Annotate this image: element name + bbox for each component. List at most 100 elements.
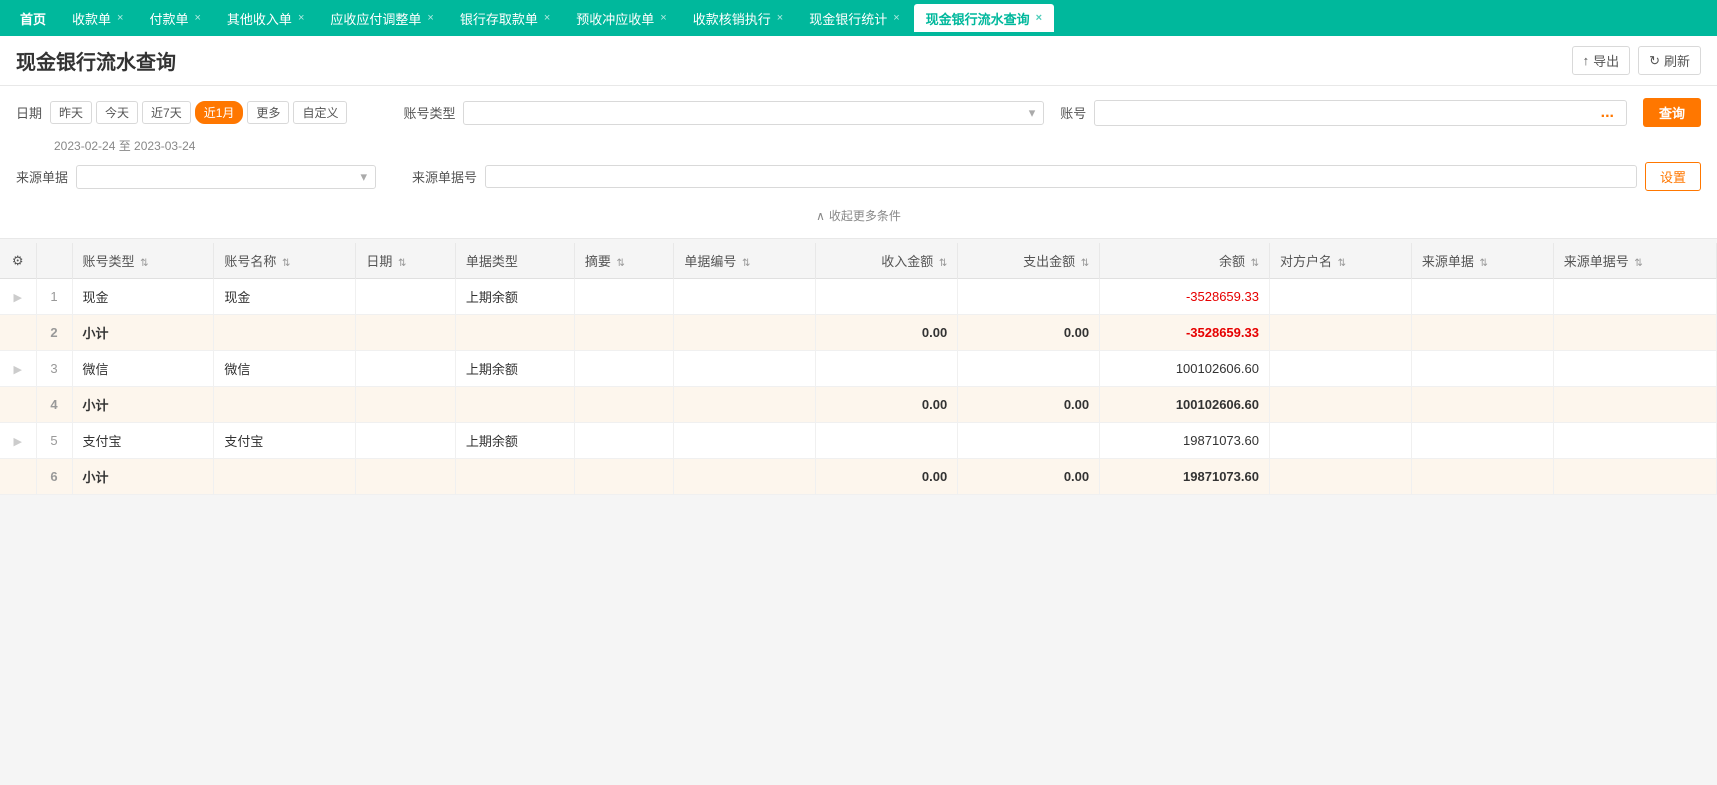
th-source-doc-label: 来源单据 bbox=[1422, 254, 1474, 269]
nav-tab-home[interactable]: 首页 bbox=[8, 4, 58, 32]
sort-income-icon: ⇅ bbox=[939, 258, 947, 269]
account-type-select[interactable]: ▾ bbox=[463, 101, 1044, 125]
row-gear-cell[interactable]: ▶ bbox=[0, 423, 36, 459]
table-row[interactable]: 6 小计 0.00 0.00 19871073.60 bbox=[0, 459, 1717, 495]
row-gear-cell[interactable] bbox=[0, 387, 36, 423]
row-number: 2 bbox=[36, 315, 72, 351]
row-source-doc-no bbox=[1553, 459, 1716, 495]
account-type-filter-group: 账号类型 ▾ bbox=[403, 101, 1044, 125]
th-doc-type: 单据类型 bbox=[455, 243, 574, 279]
nav-tab-cash-bank-stat-close[interactable]: × bbox=[893, 12, 899, 24]
table-row[interactable]: 4 小计 0.00 0.00 100102606.60 bbox=[0, 387, 1717, 423]
row-income: 0.00 bbox=[816, 315, 958, 351]
th-num bbox=[36, 243, 72, 279]
nav-tab-cash-bank-flow-close[interactable]: × bbox=[1036, 12, 1042, 24]
nav-tab-bank-deposit[interactable]: 银行存取款单 × bbox=[448, 4, 562, 32]
th-doc-type-label: 单据类型 bbox=[466, 254, 518, 269]
refresh-label: 刷新 bbox=[1664, 51, 1690, 70]
th-balance[interactable]: 余额 ⇅ bbox=[1100, 243, 1270, 279]
th-expense[interactable]: 支出金额 ⇅ bbox=[958, 243, 1100, 279]
top-navigation: 首页 收款单 × 付款单 × 其他收入单 × 应收应付调整单 × 银行存取款单 … bbox=[0, 0, 1717, 36]
account-dots-button[interactable]: ... bbox=[1597, 104, 1618, 122]
nav-tab-advance-receipt-close[interactable]: × bbox=[660, 12, 666, 24]
th-account-name-label: 账号名称 bbox=[224, 254, 276, 269]
collapse-label: 收起更多条件 bbox=[829, 207, 901, 224]
th-gear[interactable]: ⚙ bbox=[0, 243, 36, 279]
nav-tab-payment-close[interactable]: × bbox=[194, 12, 200, 24]
nav-tab-payment-label: 付款单 bbox=[149, 9, 188, 28]
source-doc-no-input[interactable] bbox=[485, 165, 1637, 188]
nav-tab-payment[interactable]: 付款单 × bbox=[137, 4, 212, 32]
refresh-icon: ↻ bbox=[1649, 53, 1660, 69]
table-body: ▶ 1 现金 现金 上期余额 -3528659.33 2 小计 0.00 0.0… bbox=[0, 279, 1717, 495]
th-source-doc[interactable]: 来源单据 ⇅ bbox=[1411, 243, 1553, 279]
th-account-name[interactable]: 账号名称 ⇅ bbox=[214, 243, 356, 279]
nav-tab-receipt-verify[interactable]: 收款核销执行 × bbox=[681, 4, 795, 32]
nav-tab-cash-bank-flow[interactable]: 现金银行流水查询 × bbox=[914, 4, 1054, 32]
row-balance: -3528659.33 bbox=[1100, 279, 1270, 315]
header-actions: ↑ 导出 ↻ 刷新 bbox=[1572, 46, 1701, 75]
table-row[interactable]: ▶ 5 支付宝 支付宝 上期余额 19871073.60 bbox=[0, 423, 1717, 459]
sort-expense-icon: ⇅ bbox=[1081, 258, 1089, 269]
row-source-doc-no bbox=[1553, 351, 1716, 387]
nav-tab-bank-deposit-close[interactable]: × bbox=[544, 12, 550, 24]
row-gear-cell[interactable]: ▶ bbox=[0, 351, 36, 387]
query-button[interactable]: 查询 bbox=[1643, 98, 1701, 127]
settings-button[interactable]: 设置 bbox=[1645, 162, 1701, 191]
th-date[interactable]: 日期 ⇅ bbox=[356, 243, 456, 279]
nav-tab-other-income[interactable]: 其他收入单 × bbox=[215, 4, 316, 32]
row-account-type: 支付宝 bbox=[72, 423, 214, 459]
date-range-display: 2023-02-24 至 2023-03-24 bbox=[50, 137, 1701, 154]
sort-account-type-icon: ⇅ bbox=[140, 258, 148, 269]
th-income[interactable]: 收入金额 ⇅ bbox=[816, 243, 958, 279]
collapse-bar[interactable]: ∧ 收起更多条件 bbox=[16, 201, 1701, 226]
sort-summary-icon: ⇅ bbox=[617, 258, 625, 269]
page-header: 现金银行流水查询 ↑ 导出 ↻ 刷新 bbox=[0, 36, 1717, 86]
row-doc-type bbox=[455, 315, 574, 351]
row-summary bbox=[574, 459, 674, 495]
table-row[interactable]: ▶ 1 现金 现金 上期余额 -3528659.33 bbox=[0, 279, 1717, 315]
row-expense: 0.00 bbox=[958, 459, 1100, 495]
row-gear-cell[interactable] bbox=[0, 315, 36, 351]
nav-tab-advance-receipt-label: 预收冲应收单 bbox=[576, 9, 654, 28]
date-btn-custom[interactable]: 自定义 bbox=[293, 101, 347, 124]
date-btn-1month[interactable]: 近1月 bbox=[195, 101, 244, 124]
nav-tab-receipt-verify-close[interactable]: × bbox=[777, 12, 783, 24]
date-btn-more[interactable]: 更多 bbox=[247, 101, 289, 124]
row-account-name bbox=[214, 387, 356, 423]
nav-tab-receipt-close[interactable]: × bbox=[117, 12, 123, 24]
collapse-up-icon: ∧ bbox=[816, 209, 825, 223]
date-btn-7days[interactable]: 近7天 bbox=[142, 101, 191, 124]
nav-tab-ar-ap-adjust-close[interactable]: × bbox=[427, 12, 433, 24]
source-doc-select[interactable]: ▾ bbox=[76, 165, 376, 189]
th-doc-no[interactable]: 单据编号 ⇅ bbox=[674, 243, 816, 279]
row-doc-type: 上期余额 bbox=[455, 351, 574, 387]
th-source-doc-no-label: 来源单据号 bbox=[1564, 254, 1629, 269]
th-counterparty[interactable]: 对方户名 ⇅ bbox=[1269, 243, 1411, 279]
nav-tab-advance-receipt[interactable]: 预收冲应收单 × bbox=[564, 4, 678, 32]
nav-tab-cash-bank-stat[interactable]: 现金银行统计 × bbox=[797, 4, 911, 32]
th-summary-label: 摘要 bbox=[585, 254, 611, 269]
date-btn-today[interactable]: 今天 bbox=[96, 101, 138, 124]
th-counterparty-label: 对方户名 bbox=[1280, 254, 1332, 269]
sort-source-doc-icon: ⇅ bbox=[1480, 258, 1488, 269]
nav-tab-ar-ap-adjust[interactable]: 应收应付调整单 × bbox=[318, 4, 445, 32]
th-summary[interactable]: 摘要 ⇅ bbox=[574, 243, 674, 279]
row-account-type: 小计 bbox=[72, 459, 214, 495]
nav-tab-other-income-close[interactable]: × bbox=[298, 12, 304, 24]
row-doc-type: 上期余额 bbox=[455, 423, 574, 459]
row-gear-cell[interactable] bbox=[0, 459, 36, 495]
row-account-type: 小计 bbox=[72, 315, 214, 351]
row-gear-cell[interactable]: ▶ bbox=[0, 279, 36, 315]
export-button[interactable]: ↑ 导出 bbox=[1572, 46, 1631, 75]
date-btn-yesterday[interactable]: 昨天 bbox=[50, 101, 92, 124]
refresh-button[interactable]: ↻ 刷新 bbox=[1638, 46, 1701, 75]
nav-tab-home-label: 首页 bbox=[20, 9, 46, 28]
nav-tab-receipt[interactable]: 收款单 × bbox=[60, 4, 135, 32]
row-number: 1 bbox=[36, 279, 72, 315]
th-account-type[interactable]: 账号类型 ⇅ bbox=[72, 243, 214, 279]
table-row[interactable]: 2 小计 0.00 0.00 -3528659.33 bbox=[0, 315, 1717, 351]
th-source-doc-no[interactable]: 来源单据号 ⇅ bbox=[1553, 243, 1716, 279]
row-doc-type bbox=[455, 459, 574, 495]
table-row[interactable]: ▶ 3 微信 微信 上期余额 100102606.60 bbox=[0, 351, 1717, 387]
